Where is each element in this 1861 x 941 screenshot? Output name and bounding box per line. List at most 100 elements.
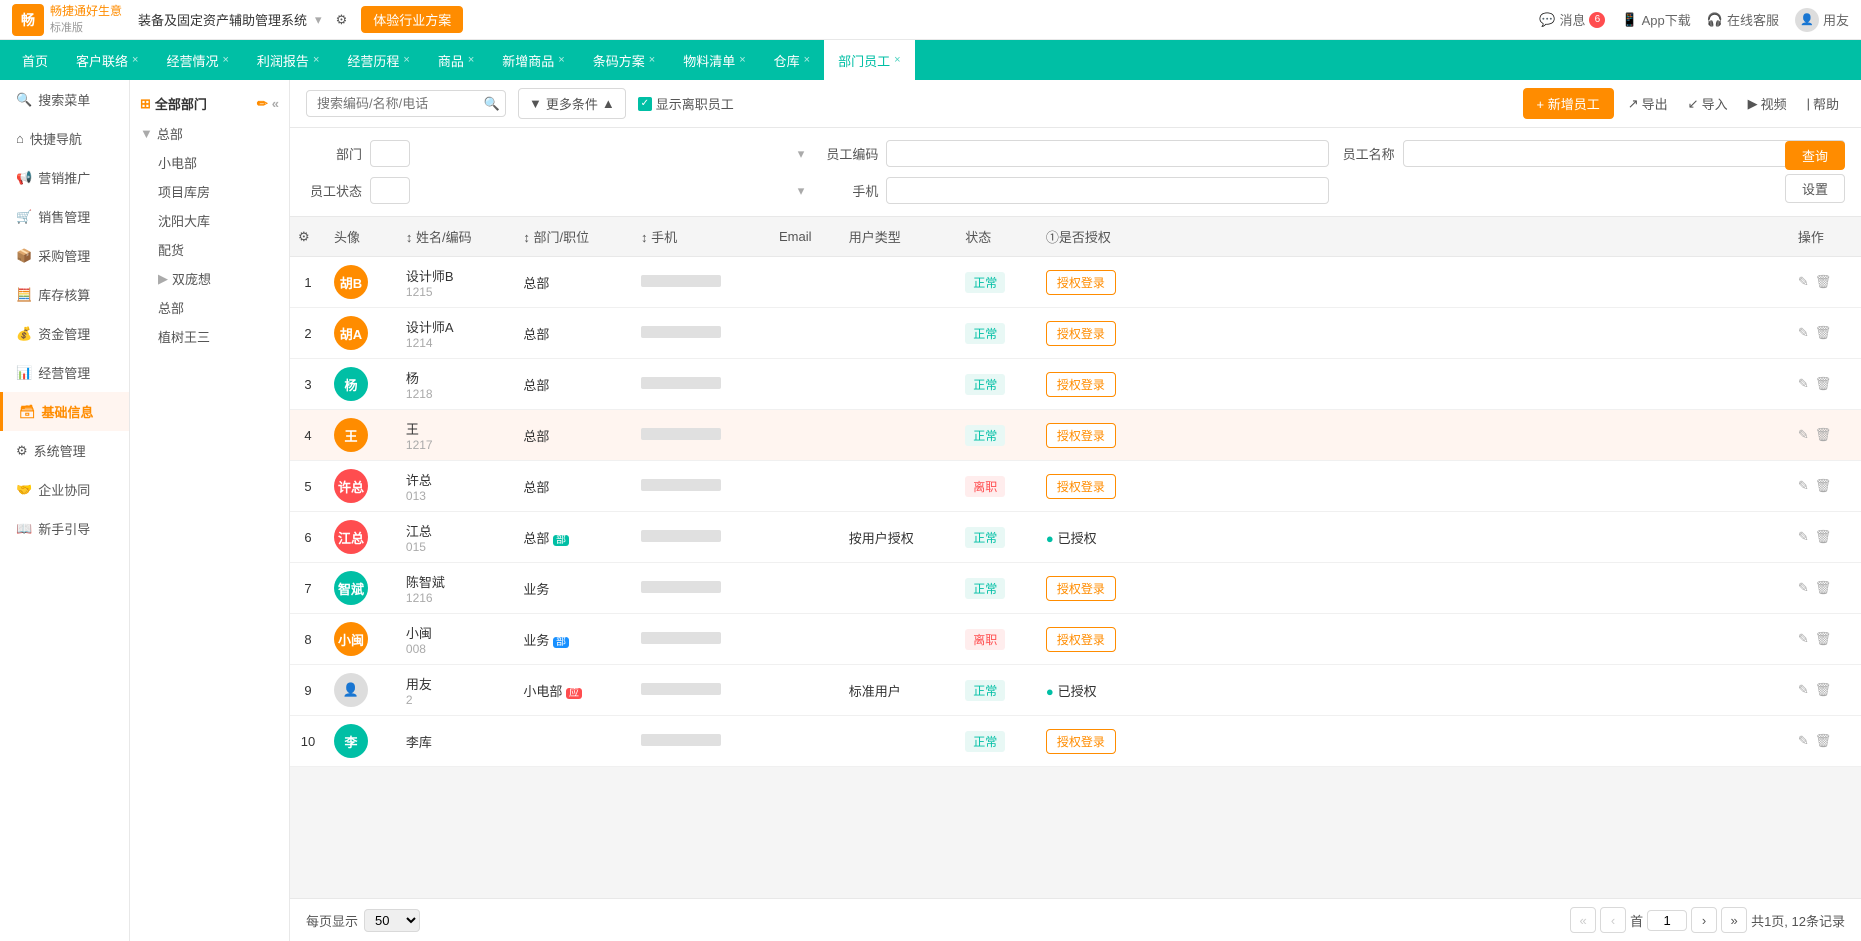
dept-tree-item-zongbu2[interactable]: 总部	[130, 293, 289, 322]
sidebar-item-sales[interactable]: 🛒 销售管理	[0, 197, 129, 236]
sidebar-item-enterprise[interactable]: 🤝 企业协同	[0, 470, 129, 509]
edit-icon[interactable]: ✎	[1798, 427, 1809, 443]
online-service-btn[interactable]: 🎧 在线客服	[1707, 10, 1779, 29]
tab-department[interactable]: 部门员工 ×	[824, 40, 914, 80]
auth-login-btn[interactable]: 授权登录	[1046, 270, 1116, 295]
tab-operation[interactable]: 经营情况 ×	[152, 40, 242, 80]
delete-icon[interactable]: 🗑	[1815, 733, 1832, 749]
delete-icon[interactable]: 🗑	[1815, 376, 1832, 392]
edit-icon[interactable]: ✎	[1798, 580, 1809, 596]
auth-login-btn[interactable]: 授权登录	[1046, 627, 1116, 652]
sidebar-item-operation[interactable]: 📊 经营管理	[0, 353, 129, 392]
th-settings[interactable]: ⚙	[290, 217, 326, 257]
sidebar-item-marketing[interactable]: 📢 营销推广	[0, 158, 129, 197]
dept-tree-item-peihuo[interactable]: 配货	[130, 235, 289, 264]
sidebar-item-finance[interactable]: 💰 资金管理	[0, 314, 129, 353]
delete-icon[interactable]: 🗑	[1815, 631, 1832, 647]
tab-add-goods[interactable]: 新增商品 ×	[488, 40, 578, 80]
delete-icon[interactable]: 🗑	[1815, 274, 1832, 290]
delete-icon[interactable]: 🗑	[1815, 529, 1832, 545]
emp-name-input[interactable]	[1403, 140, 1845, 167]
edit-icon[interactable]: ✎	[1798, 325, 1809, 341]
dept-tree-item-zhishu[interactable]: 植树王三	[130, 322, 289, 351]
search-submit-icon[interactable]: 🔍	[484, 96, 500, 112]
app-download-btn[interactable]: 📱 App下载	[1621, 10, 1690, 29]
tab-bom[interactable]: 物料清单 ×	[669, 40, 759, 80]
close-icon[interactable]: ×	[132, 54, 138, 66]
delete-icon[interactable]: 🗑	[1815, 682, 1832, 698]
sidebar-item-quicknav[interactable]: ⌂ 快捷导航	[0, 119, 129, 158]
emp-status-select[interactable]	[370, 177, 410, 204]
prev-page-btn[interactable]: ‹	[1600, 907, 1626, 933]
dept-tree-item-xiaodian[interactable]: 小电部	[130, 148, 289, 177]
edit-icon[interactable]: ✎	[1798, 529, 1809, 545]
query-btn[interactable]: 查询	[1785, 141, 1845, 170]
close-icon[interactable]: ×	[403, 54, 409, 66]
close-icon[interactable]: ×	[313, 54, 319, 66]
tab-warehouse[interactable]: 仓库 ×	[760, 40, 824, 80]
tab-customer[interactable]: 客户联络 ×	[62, 40, 152, 80]
dept-select[interactable]	[370, 140, 410, 167]
edit-icon[interactable]: ✎	[1798, 376, 1809, 392]
export-btn[interactable]: ↗ 导出	[1622, 90, 1674, 117]
dept-tree-item-project[interactable]: 项目库房	[130, 177, 289, 206]
close-icon[interactable]: ×	[468, 54, 474, 66]
auth-login-btn[interactable]: 授权登录	[1046, 729, 1116, 754]
sidebar-item-search[interactable]: 🔍 搜索菜单	[0, 80, 129, 119]
th-dept[interactable]: ↕ 部门/职位	[515, 217, 633, 257]
auth-login-btn[interactable]: 授权登录	[1046, 372, 1116, 397]
edit-icon[interactable]: ✎	[1798, 478, 1809, 494]
per-page-select[interactable]: 50 100	[364, 909, 420, 932]
sidebar-item-system[interactable]: ⚙ 系统管理	[0, 431, 129, 470]
close-icon-active[interactable]: ×	[894, 54, 900, 66]
phone-input[interactable]	[886, 177, 1328, 204]
show-resign-check[interactable]: ✓ 显示离职员工	[638, 94, 734, 113]
edit-icon[interactable]: ✎	[1798, 733, 1809, 749]
dept-tree-item-zongbu[interactable]: ▼总部	[130, 119, 289, 148]
edit-icon[interactable]: ✎	[1798, 274, 1809, 290]
help-btn[interactable]: | 帮助	[1801, 90, 1845, 117]
trial-btn[interactable]: 体验行业方案	[361, 6, 463, 33]
edit-icon[interactable]: ✎	[1798, 631, 1809, 647]
sidebar-item-purchase[interactable]: 📦 采购管理	[0, 236, 129, 275]
page-input[interactable]	[1647, 910, 1687, 931]
first-page-btn[interactable]: «	[1570, 907, 1596, 933]
th-name[interactable]: ↕ 姓名/编码	[398, 217, 516, 257]
close-icon[interactable]: ×	[739, 54, 745, 66]
user-avatar[interactable]: 👤 用友	[1795, 8, 1849, 32]
auth-login-btn[interactable]: 授权登录	[1046, 423, 1116, 448]
delete-icon[interactable]: 🗑	[1815, 325, 1832, 341]
last-page-btn[interactable]: »	[1721, 907, 1747, 933]
sidebar-item-basic[interactable]: 🗃 基础信息	[0, 392, 129, 431]
next-page-btn[interactable]: ›	[1691, 907, 1717, 933]
delete-icon[interactable]: 🗑	[1815, 478, 1832, 494]
tab-home[interactable]: 首页	[8, 40, 62, 80]
view-btn[interactable]: ▶ 视频	[1742, 90, 1793, 117]
reset-btn[interactable]: 设置	[1785, 174, 1845, 203]
system-title-arrow[interactable]: ▾	[315, 12, 322, 28]
tab-goods[interactable]: 商品 ×	[424, 40, 488, 80]
resign-checkbox[interactable]: ✓	[638, 97, 652, 111]
auth-login-btn[interactable]: 授权登录	[1046, 576, 1116, 601]
add-employee-btn[interactable]: + 新增员工	[1523, 88, 1614, 119]
th-phone[interactable]: ↕ 手机	[633, 217, 771, 257]
auth-login-btn[interactable]: 授权登录	[1046, 321, 1116, 346]
dept-edit-icon[interactable]: ✏	[257, 96, 268, 112]
auth-login-btn[interactable]: 授权登录	[1046, 474, 1116, 499]
import-btn[interactable]: ↙ 导入	[1682, 90, 1734, 117]
delete-icon[interactable]: 🗑	[1815, 580, 1832, 596]
message-btn[interactable]: 💬 消息 6	[1539, 10, 1605, 29]
delete-icon[interactable]: 🗑	[1815, 427, 1832, 443]
dept-tree-item-shuangpang[interactable]: ▶双庞想	[130, 264, 289, 293]
dept-collapse-icon[interactable]: «	[272, 96, 279, 112]
search-input[interactable]	[306, 90, 506, 117]
tab-barcode[interactable]: 条码方案 ×	[579, 40, 669, 80]
tab-history[interactable]: 经营历程 ×	[333, 40, 423, 80]
more-filter-btn[interactable]: ▼ 更多条件 ▲	[518, 88, 626, 119]
close-icon[interactable]: ×	[649, 54, 655, 66]
close-icon[interactable]: ×	[222, 54, 228, 66]
sidebar-item-inventory[interactable]: 🧮 库存核算	[0, 275, 129, 314]
sidebar-item-guide[interactable]: 📖 新手引导	[0, 509, 129, 548]
settings-icon-btn[interactable]: ⚙	[330, 8, 354, 32]
emp-code-input[interactable]	[886, 140, 1328, 167]
